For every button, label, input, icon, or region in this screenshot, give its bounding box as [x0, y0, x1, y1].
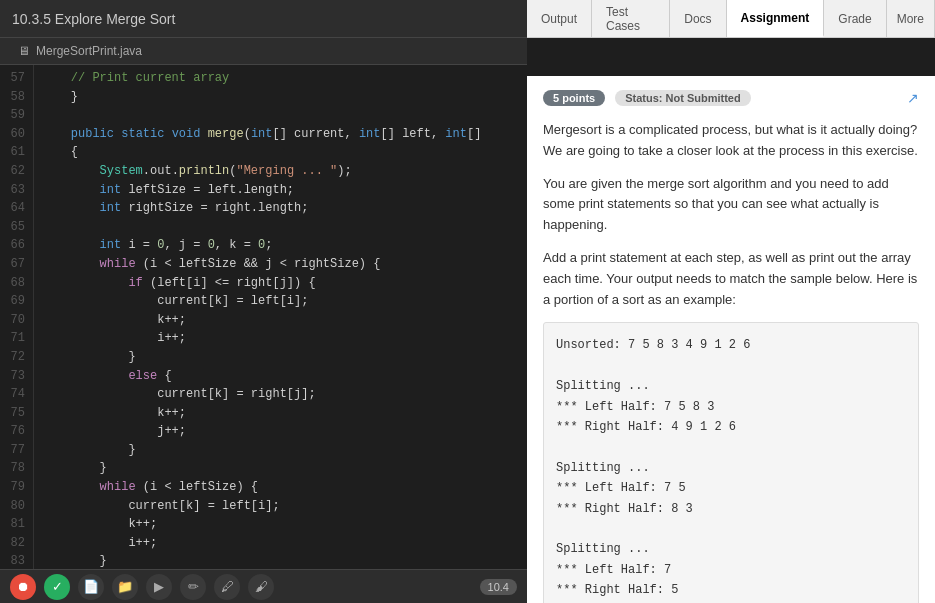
brush-button[interactable]: 🖌: [248, 574, 274, 600]
points-badge: 5 points: [543, 90, 605, 106]
line-numbers: 57 58 59 60 61 62 63 64 65 66 67 68 69 7…: [0, 65, 34, 603]
main-layout: 🖥 MergeSortPrint.java 57 58 59 60 61 62 …: [0, 38, 935, 603]
version-badge: 10.4: [480, 579, 517, 595]
pencil-button[interactable]: 🖊: [214, 574, 240, 600]
document-button[interactable]: 📄: [78, 574, 104, 600]
status-badge: Status: Not Submitted: [615, 90, 751, 106]
assignment-text: Mergesort is a complicated process, but …: [543, 120, 919, 603]
bottom-toolbar: ⏺ ✓ 📄 📁 ▶ ✏ 🖊 🖌 10.4: [0, 569, 527, 603]
code-sample: Unsorted: 7 5 8 3 4 9 1 2 6 Splitting ..…: [543, 322, 919, 603]
record-button[interactable]: ⏺: [10, 574, 36, 600]
external-link-icon[interactable]: ↗: [907, 90, 919, 106]
tab-assignment[interactable]: Assignment: [727, 0, 825, 37]
file-name: MergeSortPrint.java: [36, 44, 142, 58]
tab-grade[interactable]: Grade: [824, 0, 886, 37]
code-content[interactable]: // Print current array } public static v…: [34, 65, 527, 603]
tab-test-cases[interactable]: Test Cases: [592, 0, 670, 37]
paragraph-3: Add a print statement at each step, as w…: [543, 248, 919, 310]
edit-button[interactable]: ✏: [180, 574, 206, 600]
tab-bar: Output Test Cases Docs Assignment Grade …: [527, 0, 935, 38]
check-button[interactable]: ✓: [44, 574, 70, 600]
points-bar: 5 points Status: Not Submitted ↗: [543, 90, 919, 106]
tab-docs[interactable]: Docs: [670, 0, 726, 37]
file-icon: 🖥: [18, 44, 30, 58]
editor-panel: 🖥 MergeSortPrint.java 57 58 59 60 61 62 …: [0, 38, 527, 603]
file-tab: 🖥 MergeSortPrint.java: [0, 38, 527, 65]
right-panel: 5 points Status: Not Submitted ↗ Mergeso…: [527, 76, 935, 603]
paragraph-2: You are given the merge sort algorithm a…: [543, 174, 919, 236]
tab-more[interactable]: More: [887, 0, 935, 37]
tab-output[interactable]: Output: [527, 0, 592, 37]
paragraph-1: Mergesort is a complicated process, but …: [543, 120, 919, 162]
code-area[interactable]: 57 58 59 60 61 62 63 64 65 66 67 68 69 7…: [0, 65, 527, 603]
file-button[interactable]: 📁: [112, 574, 138, 600]
play-button[interactable]: ▶: [146, 574, 172, 600]
